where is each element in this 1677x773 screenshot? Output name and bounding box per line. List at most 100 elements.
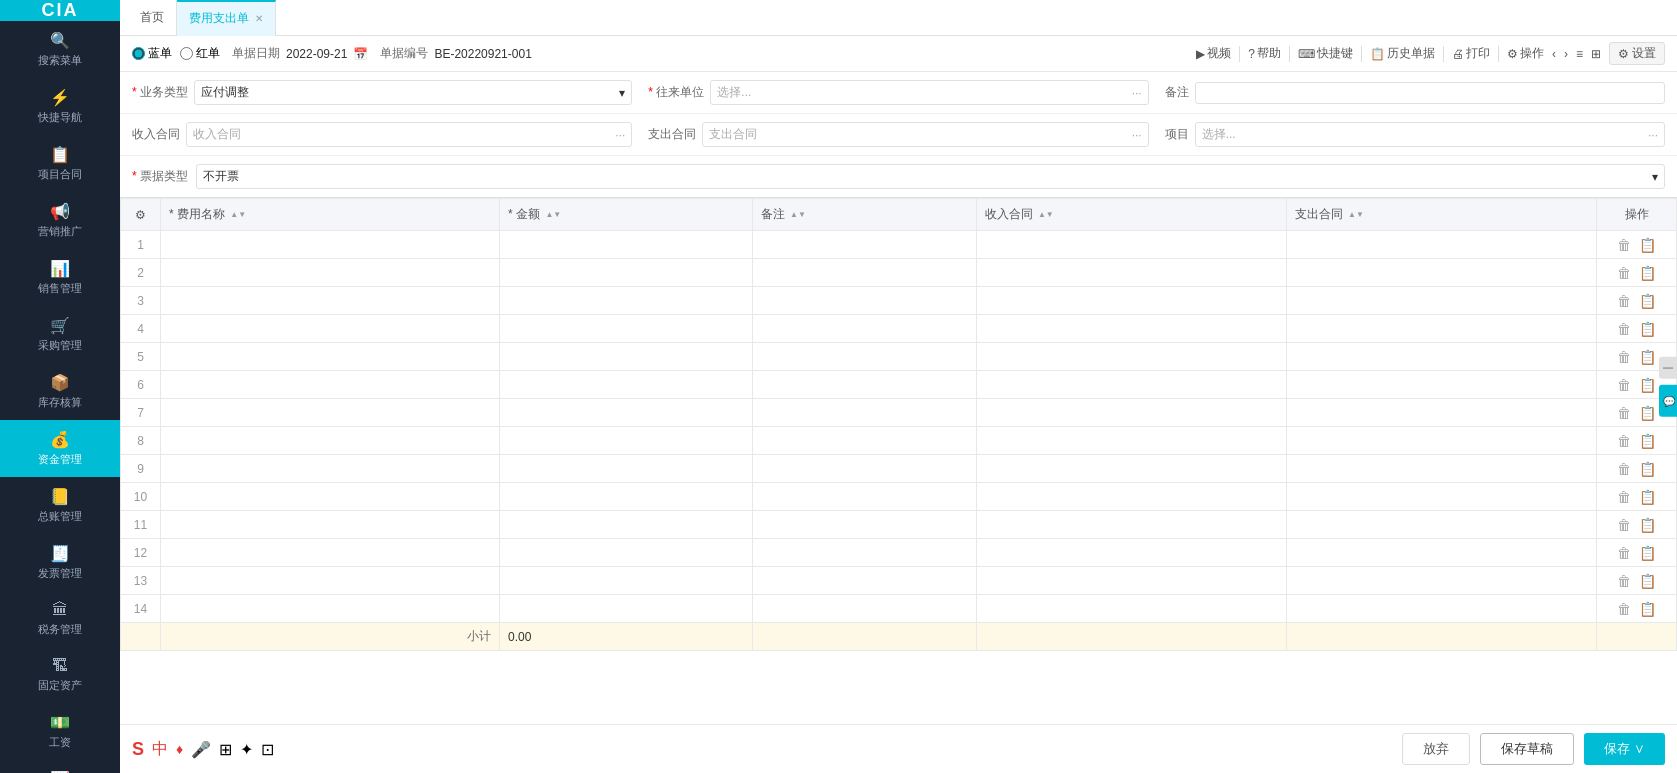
expense-contract-cell[interactable] [1286, 427, 1596, 455]
delete-icon[interactable]: 🗑 [1617, 601, 1631, 617]
project-dots[interactable]: ··· [1648, 128, 1658, 142]
amount-cell[interactable] [500, 371, 753, 399]
amount-cell[interactable] [500, 315, 753, 343]
sidebar-item-project-contract[interactable]: 📋 项目合同 [0, 135, 120, 192]
income-contract-cell[interactable] [976, 427, 1286, 455]
sidebar-item-accounting[interactable]: 📒 总账管理 [0, 477, 120, 534]
expense-name-cell[interactable] [161, 399, 500, 427]
amount-cell[interactable] [500, 427, 753, 455]
delete-icon[interactable]: 🗑 [1617, 573, 1631, 589]
project-input[interactable]: 选择... ··· [1195, 122, 1665, 147]
delete-icon[interactable]: 🗑 [1617, 377, 1631, 393]
counterpart-dots[interactable]: ··· [1132, 86, 1142, 100]
expense-contract-cell[interactable] [1286, 371, 1596, 399]
delete-icon[interactable]: 🗑 [1617, 545, 1631, 561]
expense-contract-cell[interactable] [1286, 511, 1596, 539]
delete-icon[interactable]: 🗑 [1617, 265, 1631, 281]
expense-name-cell[interactable] [161, 511, 500, 539]
expense-contract-cell[interactable] [1286, 399, 1596, 427]
remark-cell[interactable] [752, 315, 976, 343]
copy-icon[interactable]: 📋 [1639, 545, 1656, 561]
help-btn[interactable]: ? 帮助 [1248, 45, 1281, 62]
expense-name-cell[interactable] [161, 343, 500, 371]
discard-button[interactable]: 放弃 [1402, 733, 1470, 765]
sidebar-item-operations[interactable]: 📈 经营管理 [0, 760, 120, 773]
copy-icon[interactable]: 📋 [1639, 489, 1656, 505]
delete-icon[interactable]: 🗑 [1617, 433, 1631, 449]
copy-icon[interactable]: 📋 [1639, 517, 1656, 533]
side-expand-btn[interactable]: | [1659, 356, 1677, 379]
expense-name-cell[interactable] [161, 231, 500, 259]
date-value[interactable]: 2022-09-21 [286, 47, 347, 61]
expense-contract-input[interactable]: 支出合同 ··· [702, 122, 1148, 147]
remark-cell[interactable] [752, 259, 976, 287]
copy-icon[interactable]: 📋 [1639, 349, 1656, 365]
remark-cell[interactable] [752, 567, 976, 595]
income-contract-cell[interactable] [976, 287, 1286, 315]
expense-contract-cell[interactable] [1286, 595, 1596, 623]
sort-income-contract[interactable]: ▲▼ [1038, 210, 1054, 219]
sidebar-item-quick-nav[interactable]: ⚡ 快捷导航 [0, 78, 120, 135]
sidebar-item-purchase[interactable]: 🛒 采购管理 [0, 306, 120, 363]
amount-cell[interactable] [500, 399, 753, 427]
tab-expense[interactable]: 费用支出单 ✕ [177, 0, 276, 36]
amount-cell[interactable] [500, 567, 753, 595]
red-bill-input[interactable] [180, 47, 193, 60]
mic-icon[interactable]: 🎤 [191, 740, 211, 759]
remark-cell[interactable] [752, 287, 976, 315]
remark-cell[interactable] [752, 595, 976, 623]
col-gear[interactable]: ⚙ [121, 199, 161, 231]
remark-cell[interactable] [752, 455, 976, 483]
delete-icon[interactable]: 🗑 [1617, 461, 1631, 477]
delete-icon[interactable]: 🗑 [1617, 321, 1631, 337]
blue-bill-radio[interactable]: 蓝单 [132, 45, 172, 62]
amount-cell[interactable] [500, 595, 753, 623]
sidebar-item-marketing[interactable]: 📢 营销推广 [0, 192, 120, 249]
history-btn[interactable]: 📋 历史单据 [1370, 45, 1435, 62]
diamond-icon[interactable]: ♦ [176, 741, 183, 757]
sort-expense-contract[interactable]: ▲▼ [1348, 210, 1364, 219]
expense-contract-cell[interactable] [1286, 315, 1596, 343]
amount-cell[interactable] [500, 287, 753, 315]
income-contract-cell[interactable] [976, 259, 1286, 287]
amount-cell[interactable] [500, 511, 753, 539]
expense-contract-cell[interactable] [1286, 455, 1596, 483]
delete-icon[interactable]: 🗑 [1617, 293, 1631, 309]
remark-cell[interactable] [752, 399, 976, 427]
sidebar-item-sales[interactable]: 📊 销售管理 [0, 249, 120, 306]
zhong-icon[interactable]: 中 [152, 739, 168, 760]
copy-icon[interactable]: 📋 [1639, 405, 1656, 421]
settings-btn[interactable]: ⚙ 设置 [1609, 42, 1665, 65]
expense-contract-cell[interactable] [1286, 287, 1596, 315]
expense-name-cell[interactable] [161, 427, 500, 455]
print-btn[interactable]: 🖨 打印 [1452, 45, 1490, 62]
sidebar-item-fixed-assets[interactable]: 🏗 固定资产 [0, 647, 120, 703]
remark-cell[interactable] [752, 231, 976, 259]
remark-cell[interactable] [752, 343, 976, 371]
delete-icon[interactable]: 🗑 [1617, 237, 1631, 253]
remark-cell[interactable] [752, 511, 976, 539]
save-draft-button[interactable]: 保存草稿 [1480, 733, 1574, 765]
sidebar-item-search[interactable]: 🔍 搜索菜单 [0, 21, 120, 78]
expense-contract-cell[interactable] [1286, 343, 1596, 371]
delete-icon[interactable]: 🗑 [1617, 405, 1631, 421]
invoice-type-select[interactable]: 不开票 ▾ [196, 164, 1665, 189]
delete-icon[interactable]: 🗑 [1617, 489, 1631, 505]
tab-home[interactable]: 首页 [128, 0, 177, 36]
income-contract-cell[interactable] [976, 483, 1286, 511]
amount-cell[interactable] [500, 455, 753, 483]
sidebar-item-tax[interactable]: 🏛 税务管理 [0, 591, 120, 647]
copy-icon[interactable]: 📋 [1639, 293, 1656, 309]
copy-icon[interactable]: 📋 [1639, 265, 1656, 281]
amount-cell[interactable] [500, 483, 753, 511]
sidebar-item-funds[interactable]: 💰 资金管理 [0, 420, 120, 477]
view-grid-btn[interactable]: ⊞ [1591, 47, 1601, 61]
remark-input[interactable] [1195, 82, 1665, 104]
expense-name-cell[interactable] [161, 371, 500, 399]
sidebar-item-invoice[interactable]: 🧾 发票管理 [0, 534, 120, 591]
expense-name-cell[interactable] [161, 455, 500, 483]
copy-icon[interactable]: 📋 [1639, 321, 1656, 337]
income-contract-cell[interactable] [976, 399, 1286, 427]
box-icon[interactable]: ⊡ [261, 740, 274, 759]
income-contract-cell[interactable] [976, 511, 1286, 539]
